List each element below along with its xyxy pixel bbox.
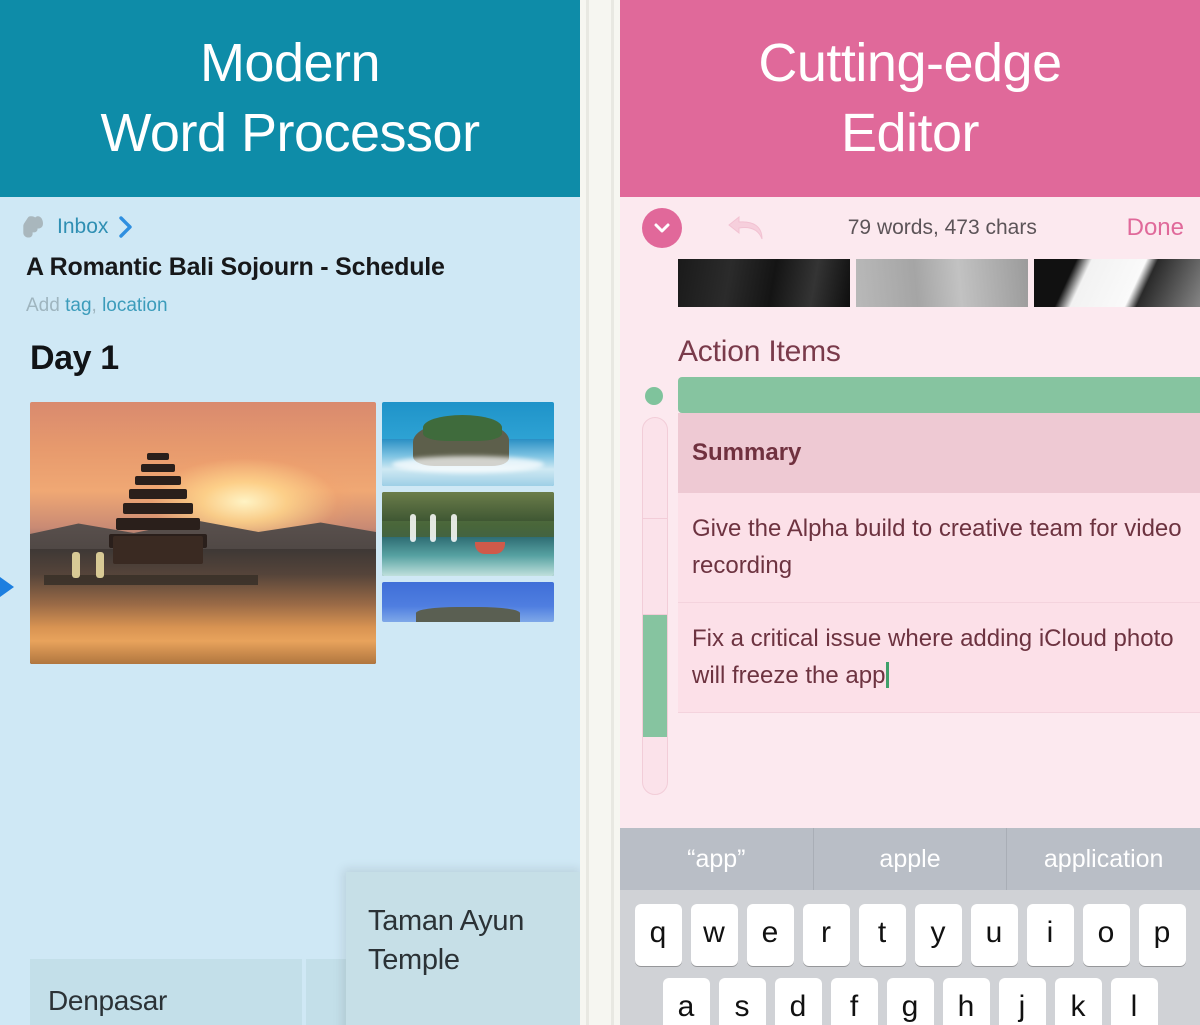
- breadcrumb-label: Inbox: [57, 215, 109, 238]
- action-items-table: Summary Give the Alpha build to creative…: [678, 377, 1200, 714]
- card-backdrop-strip: [306, 959, 346, 1025]
- photo-tanah-lot[interactable]: [382, 402, 554, 486]
- table-row[interactable]: Summary: [678, 413, 1200, 494]
- photo-blue-seascape[interactable]: [382, 582, 554, 622]
- pagoda-shape: [99, 444, 217, 565]
- photo-water-garden[interactable]: [382, 492, 554, 576]
- grayscale-photo-highcontrast[interactable]: [1034, 259, 1200, 307]
- key-p[interactable]: p: [1138, 904, 1186, 966]
- done-button[interactable]: Done: [1127, 214, 1184, 242]
- text-cursor: [886, 661, 890, 688]
- right-banner-line1: Cutting-edge: [758, 33, 1062, 94]
- add-label: Add: [26, 295, 60, 316]
- row-selector-active[interactable]: [643, 615, 667, 737]
- screenshot-stage: Modern Word Processor Inbox A Romantic B…: [0, 0, 1200, 1025]
- table-cell: Give the Alpha build to creative team fo…: [692, 515, 1182, 579]
- chevron-right-icon: [119, 216, 133, 238]
- key-g[interactable]: g: [886, 978, 934, 1025]
- photo-collage: [30, 402, 558, 664]
- prediction-item-0[interactable]: “app”: [620, 828, 814, 890]
- row-selector-gutter[interactable]: [642, 377, 668, 797]
- key-t[interactable]: t: [858, 904, 906, 966]
- table-row[interactable]: Fix a critical issue where adding iCloud…: [678, 603, 1200, 714]
- text-caret-marker: [0, 577, 14, 597]
- table-row[interactable]: Give the Alpha build to creative team fo…: [678, 493, 1200, 604]
- key-q[interactable]: q: [634, 904, 682, 966]
- note-body: Inbox A Romantic Bali Sojourn - Schedule…: [0, 197, 580, 1025]
- key-l[interactable]: l: [1110, 978, 1158, 1025]
- table-cell: Fix a critical issue where adding iCloud…: [692, 621, 1200, 694]
- key-j[interactable]: j: [998, 978, 1046, 1025]
- keyboard-row-2: a s d f g h j k l: [620, 966, 1200, 1025]
- key-k[interactable]: k: [1054, 978, 1102, 1025]
- grayscale-photo-concrete[interactable]: [856, 259, 1028, 307]
- photo-strip: [620, 259, 1200, 307]
- key-a[interactable]: a: [662, 978, 710, 1025]
- prediction-bar: “app” apple application: [620, 828, 1200, 890]
- section-heading-action-items: Action Items: [678, 335, 841, 368]
- breadcrumb[interactable]: Inbox: [0, 197, 580, 239]
- checklist-card-denpasar: Denpasar Visit a Batik making center Lun…: [30, 959, 302, 1025]
- checklist-card-taman-ayun: Taman Ayun Temple Proceed to the village…: [346, 872, 580, 1025]
- left-banner: Modern Word Processor: [0, 0, 580, 197]
- right-app-preview: Cutting-edge Editor 79 words, 473 chars …: [620, 0, 1200, 1025]
- editor-toolbar: 79 words, 473 chars Done: [620, 197, 1200, 259]
- action-items-table-wrap: Summary Give the Alpha build to creative…: [620, 377, 1200, 795]
- table-cell: Summary: [692, 439, 802, 466]
- key-y[interactable]: y: [914, 904, 962, 966]
- panel-divider: [580, 0, 620, 1025]
- key-d[interactable]: d: [774, 978, 822, 1025]
- prediction-item-1[interactable]: apple: [814, 828, 1008, 890]
- ios-keyboard: “app” apple application q w e r t y u i …: [620, 828, 1200, 1025]
- day-heading: Day 1: [30, 339, 119, 377]
- tag-location-row[interactable]: Add tag, location: [0, 282, 580, 317]
- key-o[interactable]: o: [1082, 904, 1130, 966]
- key-u[interactable]: u: [970, 904, 1018, 966]
- word-count-label: 79 words, 473 chars: [847, 216, 1037, 239]
- left-app-preview: Modern Word Processor Inbox A Romantic B…: [0, 0, 580, 1025]
- card-title-taman-ayun: Taman Ayun Temple: [368, 905, 525, 976]
- left-banner-line1: Modern: [199, 33, 381, 94]
- bullet-dot-icon: [645, 387, 663, 405]
- key-i[interactable]: i: [1026, 904, 1074, 966]
- card-title-denpasar: Denpasar: [48, 985, 168, 1016]
- evernote-elephant-icon: [23, 216, 44, 238]
- note-title[interactable]: A Romantic Bali Sojourn - Schedule: [0, 239, 580, 282]
- key-s[interactable]: s: [718, 978, 766, 1025]
- key-e[interactable]: e: [746, 904, 794, 966]
- tag-separator: ,: [91, 295, 97, 316]
- left-banner-line2: Word Processor: [100, 102, 480, 163]
- add-tag-link[interactable]: tag: [65, 295, 91, 316]
- key-f[interactable]: f: [830, 978, 878, 1025]
- row-selector-track[interactable]: [642, 417, 668, 795]
- prediction-item-2[interactable]: application: [1007, 828, 1200, 890]
- photo-ulun-danu-temple[interactable]: [30, 402, 376, 664]
- collapse-keyboard-button[interactable]: [642, 208, 682, 248]
- key-w[interactable]: w: [690, 904, 738, 966]
- chevron-down-icon: [654, 223, 670, 233]
- right-banner: Cutting-edge Editor: [620, 0, 1200, 197]
- key-r[interactable]: r: [802, 904, 850, 966]
- right-banner-line2: Editor: [840, 102, 980, 163]
- table-cell-text: Fix a critical issue where adding iCloud…: [692, 625, 1174, 689]
- key-h[interactable]: h: [942, 978, 990, 1025]
- keyboard-row-1: q w e r t y u i o p: [620, 890, 1200, 966]
- grayscale-photo-dark[interactable]: [678, 259, 850, 307]
- add-location-link[interactable]: location: [102, 295, 168, 316]
- table-header-bar[interactable]: [678, 377, 1200, 413]
